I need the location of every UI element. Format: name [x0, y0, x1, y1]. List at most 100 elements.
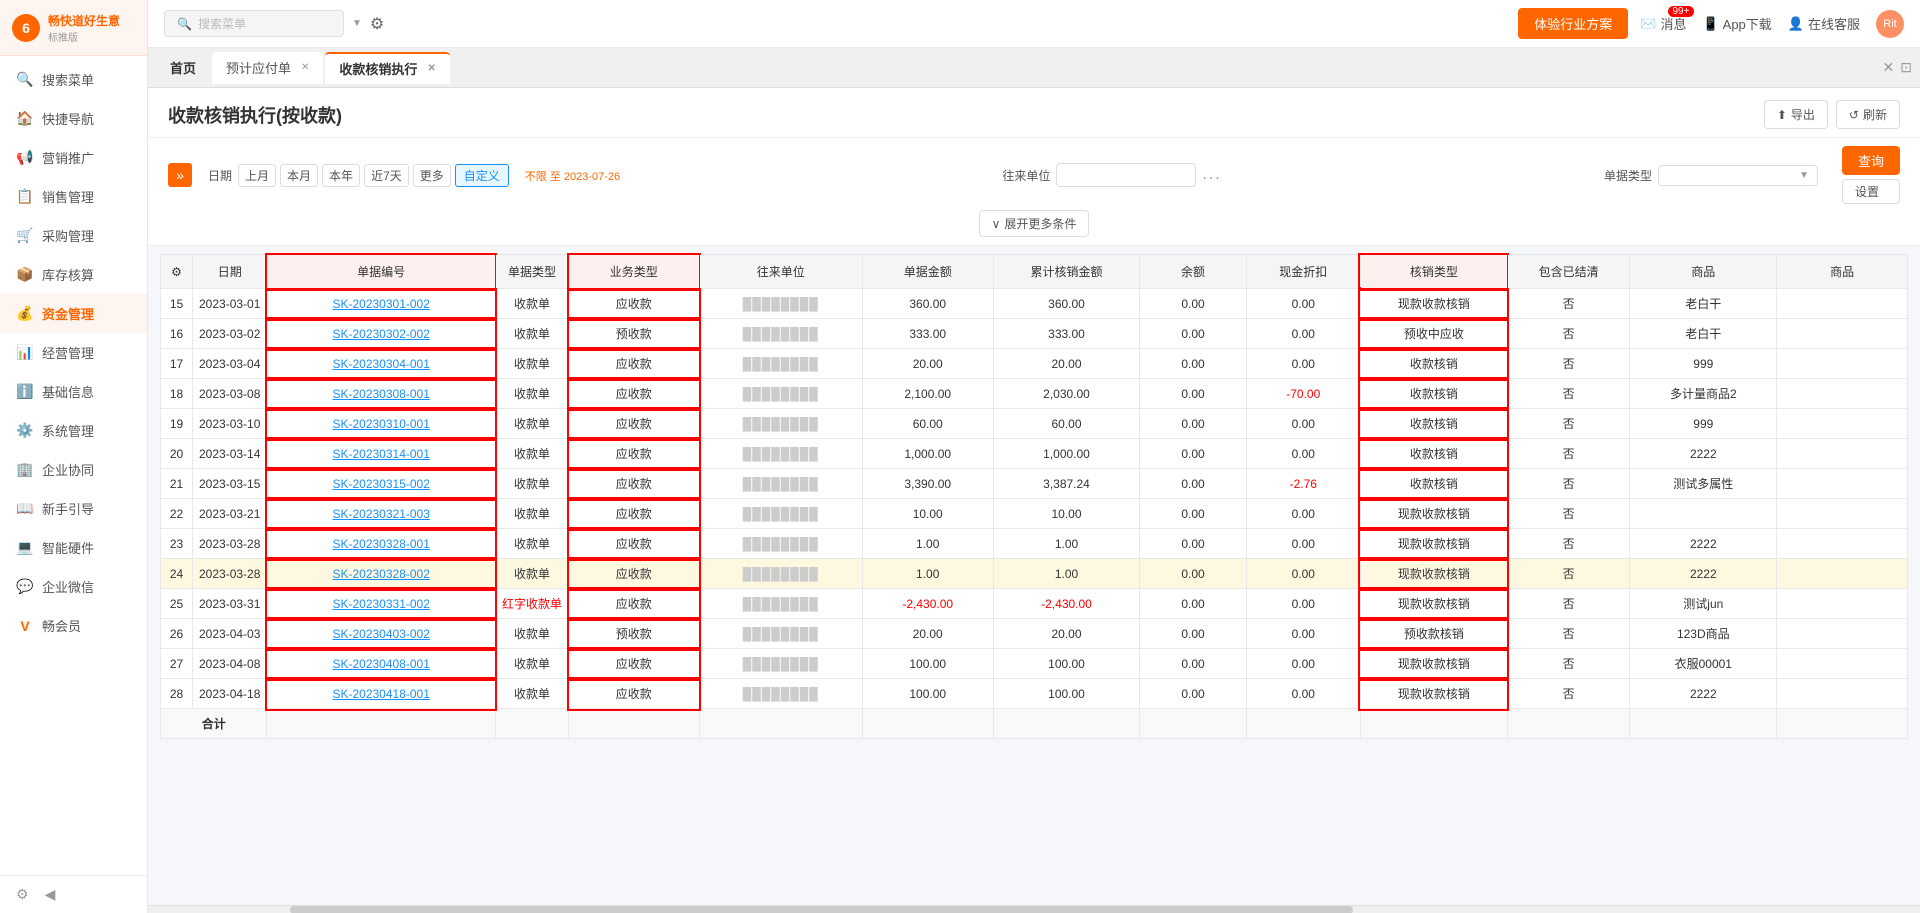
th-settings[interactable]: ⚙: [161, 255, 193, 289]
date-btn-more[interactable]: 更多: [413, 164, 451, 187]
sidebar-item-operations[interactable]: 📊 经营管理: [0, 333, 147, 372]
table-row: 192023-03-10SK-20230310-001收款单应收款███████…: [161, 409, 1908, 439]
finance-icon: 💰: [16, 305, 34, 323]
cell-voucher-no[interactable]: SK-20230328-001: [267, 529, 496, 559]
table-container[interactable]: ⚙ 日期 单据编号 单据类型 业务类型 往来单位 单据金额 累计核销金额 余额 …: [148, 246, 1920, 905]
voucher-link[interactable]: SK-20230314-001: [332, 447, 429, 461]
cell-voucher-no[interactable]: SK-20230331-002: [267, 589, 496, 619]
cell-voucher-no[interactable]: SK-20230315-002: [267, 469, 496, 499]
column-settings-icon[interactable]: ⚙: [171, 265, 182, 279]
dropdown-arrow-icon[interactable]: ▼: [352, 18, 362, 29]
table-row: 172023-03-04SK-20230304-001收款单应收款███████…: [161, 349, 1908, 379]
sidebar-item-wechat[interactable]: 💬 企业微信: [0, 567, 147, 606]
voucher-link[interactable]: SK-20230331-002: [332, 597, 429, 611]
tab-preorder-close[interactable]: ✕: [301, 62, 309, 73]
industry-btn[interactable]: 体验行业方案: [1518, 8, 1628, 39]
cell-voucher-type: 收款单: [495, 679, 568, 709]
table-body: 152023-03-01SK-20230301-002收款单应收款███████…: [161, 289, 1908, 709]
settings-filter-btn[interactable]: 设置: [1842, 179, 1900, 204]
voucher-link[interactable]: SK-20230328-002: [332, 567, 429, 581]
cell-date: 2023-03-21: [193, 499, 267, 529]
cell-voucher-no[interactable]: SK-20230321-003: [267, 499, 496, 529]
partner-dots[interactable]: ...: [1202, 166, 1221, 184]
sidebar-item-system[interactable]: ⚙️ 系统管理: [0, 411, 147, 450]
voucher-link[interactable]: SK-20230308-001: [332, 387, 429, 401]
expand-icon: ∨: [992, 217, 1001, 231]
sidebar-item-guide[interactable]: 📖 新手引导: [0, 489, 147, 528]
voucher-link[interactable]: SK-20230408-001: [332, 657, 429, 671]
date-btn-last-month[interactable]: 上月: [238, 164, 276, 187]
collapse-icon[interactable]: ◀: [45, 886, 56, 903]
sidebar-item-finance[interactable]: 💰 资金管理: [0, 294, 147, 333]
tab-collection[interactable]: 收款核销执行 ✕: [325, 52, 449, 84]
cell-voucher-no[interactable]: SK-20230304-001: [267, 349, 496, 379]
online-service-item[interactable]: 👤 在线客服: [1788, 14, 1860, 33]
cell-voucher-no[interactable]: SK-20230328-002: [267, 559, 496, 589]
sidebar-item-marketing[interactable]: 📢 营销推广: [0, 138, 147, 177]
voucher-link[interactable]: SK-20230321-003: [332, 507, 429, 521]
sidebar-item-purchase[interactable]: 🛒 采购管理: [0, 216, 147, 255]
sidebar-item-enterprise[interactable]: 🏢 企业协同: [0, 450, 147, 489]
cell-verify-type: 收款核销: [1360, 439, 1507, 469]
sidebar-item-sales[interactable]: 📋 销售管理: [0, 177, 147, 216]
voucher-link[interactable]: SK-20230328-001: [332, 537, 429, 551]
date-btn-7days[interactable]: 近7天: [364, 164, 409, 187]
cell-voucher-no[interactable]: SK-20230310-001: [267, 409, 496, 439]
voucher-link[interactable]: SK-20230310-001: [332, 417, 429, 431]
topbar-gear-icon[interactable]: ⚙: [370, 14, 384, 34]
cell-voucher-no[interactable]: SK-20230301-002: [267, 289, 496, 319]
date-btn-this-month[interactable]: 本月: [280, 164, 318, 187]
cell-cash-discount: 0.00: [1246, 409, 1360, 439]
query-btn[interactable]: 查询: [1842, 146, 1900, 175]
export-icon: ⬆: [1777, 108, 1787, 122]
home-icon: 🏠: [16, 110, 34, 128]
date-btn-this-year[interactable]: 本年: [322, 164, 360, 187]
cell-rowno: 25: [161, 589, 193, 619]
tab-bar-expand-btn[interactable]: ⊡: [1900, 59, 1912, 76]
tab-home[interactable]: 首页: [156, 52, 210, 84]
export-btn[interactable]: ⬆ 导出: [1764, 100, 1828, 129]
sidebar-item-basic[interactable]: ℹ️ 基础信息: [0, 372, 147, 411]
settings-bottom-icon[interactable]: ⚙: [16, 886, 29, 903]
partner-input[interactable]: [1056, 163, 1196, 187]
scrollbar-thumb[interactable]: [290, 906, 1353, 913]
cell-rowno: 23: [161, 529, 193, 559]
voucher-link[interactable]: SK-20230418-001: [332, 687, 429, 701]
message-item[interactable]: ✉️ 消息 99+: [1640, 14, 1686, 33]
cell-include-settled: 否: [1507, 529, 1629, 559]
voucher-type-select[interactable]: ▼: [1658, 165, 1818, 186]
sum-biz-type: [569, 709, 700, 739]
voucher-link[interactable]: SK-20230403-002: [332, 627, 429, 641]
cell-rowno: 19: [161, 409, 193, 439]
tab-preorder[interactable]: 预计应付单 ✕: [212, 52, 323, 84]
voucher-link[interactable]: SK-20230304-001: [332, 357, 429, 371]
cell-voucher-no[interactable]: SK-20230418-001: [267, 679, 496, 709]
user-avatar[interactable]: Rit: [1876, 10, 1904, 38]
app-download-item[interactable]: 📱 App下载: [1702, 14, 1771, 33]
voucher-link[interactable]: SK-20230315-002: [332, 477, 429, 491]
sidebar-item-member[interactable]: V 畅会员: [0, 606, 147, 645]
sidebar-item-shortcut[interactable]: 🏠 快捷导航: [0, 99, 147, 138]
table-row: 202023-03-14SK-20230314-001收款单应收款███████…: [161, 439, 1908, 469]
filter-toggle-btn[interactable]: »: [168, 163, 192, 187]
topbar-search-box[interactable]: 🔍 搜索菜单: [164, 10, 344, 37]
sidebar-item-hardware[interactable]: 💻 智能硬件: [0, 528, 147, 567]
voucher-link[interactable]: SK-20230301-002: [332, 297, 429, 311]
refresh-btn[interactable]: ↺ 刷新: [1836, 100, 1900, 129]
wechat-icon: 💬: [16, 578, 34, 596]
cell-voucher-no[interactable]: SK-20230403-002: [267, 619, 496, 649]
cell-voucher-no[interactable]: SK-20230302-002: [267, 319, 496, 349]
sum-label: 合计: [161, 709, 267, 739]
cell-voucher-no[interactable]: SK-20230408-001: [267, 649, 496, 679]
expand-more-btn[interactable]: ∨ 展开更多条件: [979, 210, 1090, 237]
horizontal-scrollbar[interactable]: [148, 905, 1920, 913]
cell-biz-type: 应收款: [569, 499, 700, 529]
tab-bar-close-btn[interactable]: ✕: [1883, 59, 1895, 76]
date-btn-custom[interactable]: 自定义: [455, 164, 509, 187]
sidebar-item-inventory[interactable]: 📦 库存核算: [0, 255, 147, 294]
tab-collection-close[interactable]: ✕: [427, 63, 435, 74]
voucher-link[interactable]: SK-20230302-002: [332, 327, 429, 341]
cell-voucher-no[interactable]: SK-20230308-001: [267, 379, 496, 409]
sidebar-item-search[interactable]: 🔍 搜索菜单: [0, 60, 147, 99]
cell-voucher-no[interactable]: SK-20230314-001: [267, 439, 496, 469]
